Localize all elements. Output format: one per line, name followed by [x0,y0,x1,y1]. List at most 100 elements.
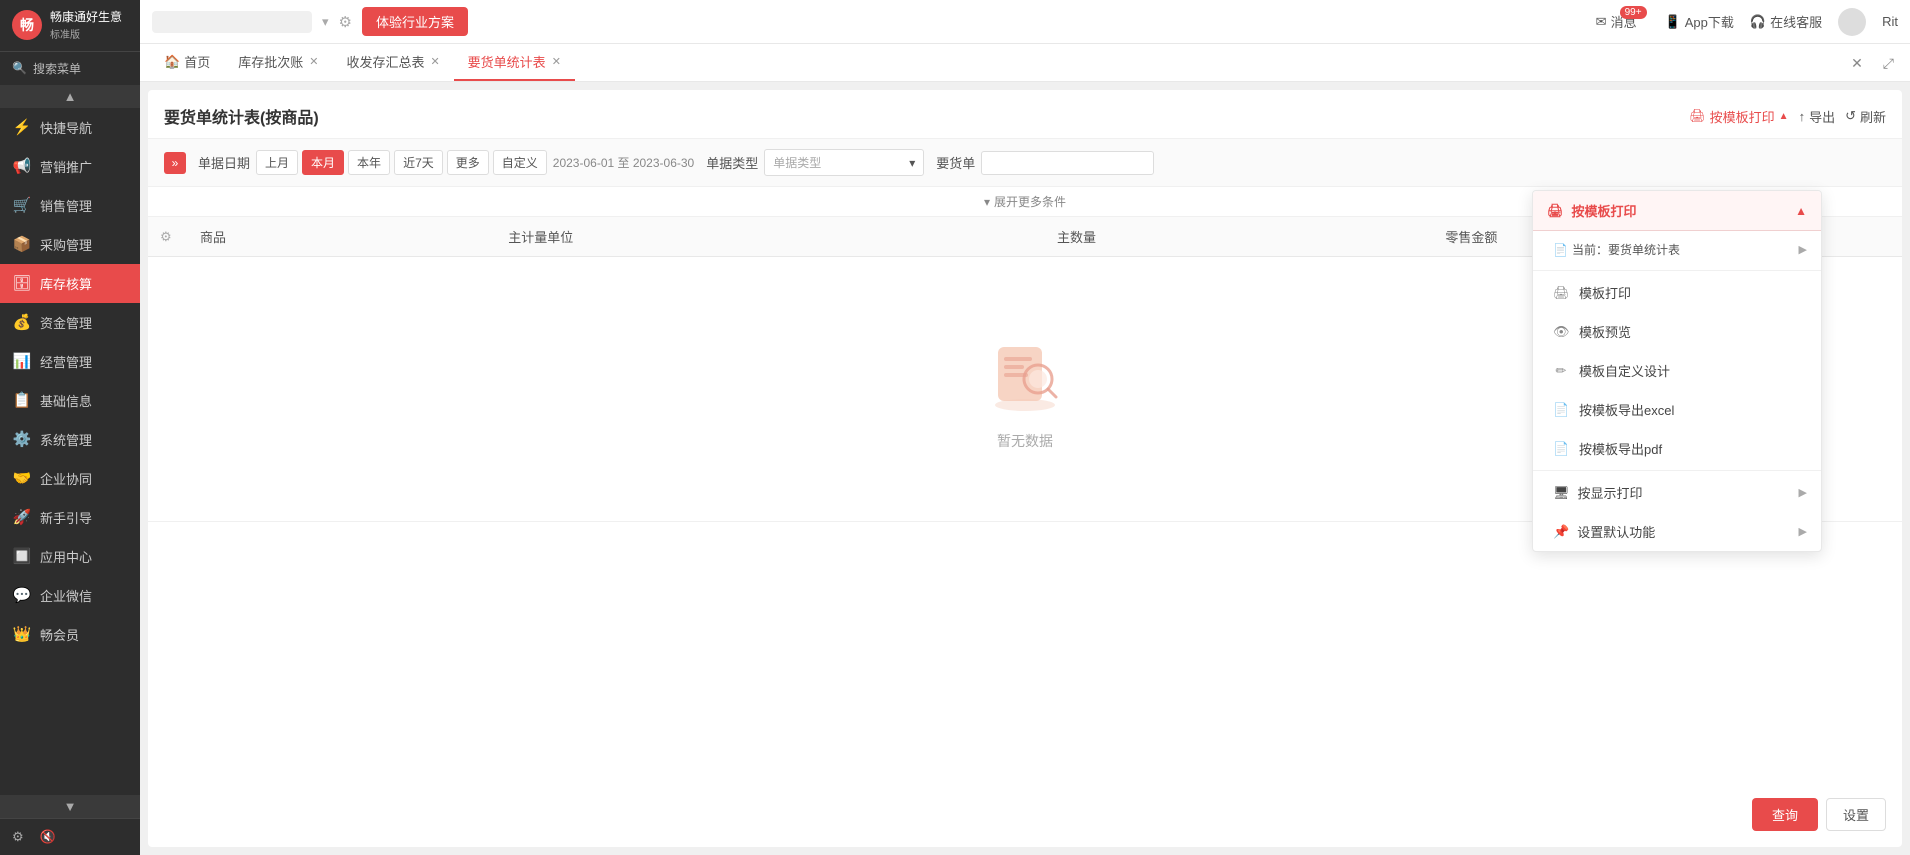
scroll-up-btn[interactable]: ▲ [0,85,140,108]
tab-inventory-batch-close[interactable]: ✕ [309,55,318,68]
sidebar-item-collab[interactable]: 🤝 企业协同 [0,459,140,498]
sidebar-item-inventory[interactable]: 🗄 库存核算 [0,264,140,303]
logo-icon: 畅 [12,10,42,40]
tab-stock-summary-label: 收发存汇总表 [346,52,424,71]
tab-stock-summary-close[interactable]: ✕ [430,55,439,68]
sidebar-item-guide[interactable]: 🚀 新手引导 [0,498,140,537]
online-service-btn[interactable]: 🎧 在线客服 [1750,12,1822,31]
dropdown-item-template-excel[interactable]: 📄 按模板导出excel [1533,390,1821,429]
username-label: Rit [1882,14,1898,29]
message-btn[interactable]: ✉ 消息 99+ [1596,12,1637,31]
system-icon: ⚙️ [12,430,32,448]
template-pdf-icon: 📄 [1553,441,1569,457]
date-btn-this-month[interactable]: 本月 [302,150,344,175]
dropdown-header-left: 🖨 按模板打印 [1547,201,1637,220]
tab-order-stats-close[interactable]: ✕ [552,55,561,68]
home-icon: 🏠 [164,54,180,70]
date-btn-more[interactable]: 更多 [447,150,489,175]
sidebar-item-basic[interactable]: 📋 基础信息 [0,381,140,420]
table-gear-icon[interactable]: ⚙ [160,229,172,244]
sidebar-item-marketing[interactable]: 📢 营销推广 [0,147,140,186]
th-quantity: 主数量 [1045,217,1433,257]
order-type-select[interactable]: 单据类型 ▾ [764,149,924,176]
order-type-label: 单据类型 [706,153,758,172]
sidebar-item-label: 快捷导航 [40,118,92,137]
sidebar-search[interactable]: 🔍 搜索菜单 [0,52,140,85]
date-btn-custom[interactable]: 自定义 [493,150,547,175]
dropdown-header[interactable]: 🖨 按模板打印 ▲ [1533,191,1821,231]
tab-home[interactable]: 🏠 首页 [150,44,224,81]
settings-btn[interactable]: 设置 [1826,798,1886,831]
trial-btn[interactable]: 体验行业方案 [362,7,468,36]
template-print-btn[interactable]: 🖨 按模板打印 ▲ [1689,107,1788,126]
sound-icon[interactable]: 🔇 [40,829,56,845]
template-preview-label: 模板预览 [1579,322,1631,341]
date-btn-7days[interactable]: 近7天 [394,150,443,175]
filter-bar: » 单据日期 上月 本月 本年 近7天 更多 自定义 2023-06-01 至 … [148,139,1902,187]
sidebar-item-label: 销售管理 [40,196,92,215]
order-type-filter-group: 单据类型 单据类型 ▾ [706,149,924,176]
dropdown-item-template-design[interactable]: ✏ 模板自定义设计 [1533,351,1821,390]
empty-text: 暂无数据 [997,431,1053,451]
filter-expand-icon[interactable]: » [164,152,186,174]
dropdown-item-template-print[interactable]: 🖨 模板打印 [1533,273,1821,312]
search-input[interactable] [152,11,312,33]
refresh-btn[interactable]: ↺ 刷新 [1845,107,1886,126]
dropdown-collapse-icon[interactable]: ▲ [1795,204,1807,218]
template-print-label: 按模板打印 [1710,107,1775,126]
main-area: ▾ ⚙ 体验行业方案 ✉ 消息 99+ 📱 App下载 🎧 在线客服 Rit 🏠 [140,0,1910,855]
refresh-icon: ↺ [1845,108,1856,124]
window-close-icon[interactable]: ✕ [1843,51,1871,76]
scroll-down-btn[interactable]: ▼ [0,795,140,818]
tab-order-stats[interactable]: 要货单统计表 ✕ [454,44,575,81]
chevron-down-icon[interactable]: ▾ [322,14,329,30]
tab-order-stats-label: 要货单统计表 [468,52,546,71]
template-preview-icon: 👁 [1553,324,1569,340]
sidebar-search-label: 搜索菜单 [33,60,81,77]
dropdown-set-default[interactable]: 📌 设置默认功能 ▶ [1533,512,1821,551]
sidebar-item-label: 资金管理 [40,313,92,332]
date-btn-this-year[interactable]: 本年 [348,150,390,175]
sidebar-item-label: 营销推广 [40,157,92,176]
sidebar-item-shortcut[interactable]: ⚡ 快捷导航 [0,108,140,147]
finance-icon: 💰 [12,313,32,331]
sidebar-logo: 畅 畅康通好生意 标准版 [0,0,140,52]
download-icon: 📱 [1665,14,1681,30]
sidebar-item-label: 畅会员 [40,625,79,644]
settings-icon[interactable]: ⚙ [339,13,352,31]
template-design-label: 模板自定义设计 [1579,361,1670,380]
basic-icon: 📋 [12,391,32,409]
dropdown-current-item[interactable]: 📄 当前：要货单统计表 ▶ [1533,231,1821,268]
sidebar-item-member[interactable]: 👑 畅会员 [0,615,140,654]
window-expand-icon[interactable]: ⤢ [1875,51,1902,76]
dropdown-item-template-preview[interactable]: 👁 模板预览 [1533,312,1821,351]
inventory-icon: 🗄 [12,274,32,292]
expand-more-label: 展开更多条件 [994,193,1066,210]
sidebar-item-apps[interactable]: 🔲 应用中心 [0,537,140,576]
dropdown-display-print[interactable]: 🖥 按显示打印 ▶ [1533,473,1821,512]
app-tag: 标准版 [50,26,122,41]
order-type-value: 单据类型 [773,154,821,171]
sidebar-item-operation[interactable]: 📊 经营管理 [0,342,140,381]
date-btn-last-month[interactable]: 上月 [256,150,298,175]
tab-inventory-batch[interactable]: 库存批次账 ✕ [224,44,332,81]
sidebar-item-label: 新手引导 [40,508,92,527]
dropdown-item-template-pdf[interactable]: 📄 按模板导出pdf [1533,429,1821,468]
sidebar-item-system[interactable]: ⚙️ 系统管理 [0,420,140,459]
tab-stock-summary[interactable]: 收发存汇总表 ✕ [332,44,453,81]
goods-input[interactable] [981,151,1154,175]
sidebar-item-sales[interactable]: 🛒 销售管理 [0,186,140,225]
set-default-icon: 📌 [1553,524,1569,540]
goods-filter-group: 要货单 [936,151,1154,175]
settings-icon[interactable]: ⚙ [12,829,24,845]
sidebar-item-purchase[interactable]: 📦 采购管理 [0,225,140,264]
printer-icon: 🖨 [1689,108,1706,124]
export-btn[interactable]: ↑ 导出 [1799,107,1836,126]
message-badge: 99+ [1620,6,1647,19]
sidebar-item-wechat[interactable]: 💬 企业微信 [0,576,140,615]
sidebar-item-finance[interactable]: 💰 资金管理 [0,303,140,342]
set-default-label: 设置默认功能 [1577,522,1655,541]
app-download-btn[interactable]: 📱 App下载 [1665,12,1734,31]
sidebar-item-label: 基础信息 [40,391,92,410]
query-btn[interactable]: 查询 [1752,798,1818,831]
